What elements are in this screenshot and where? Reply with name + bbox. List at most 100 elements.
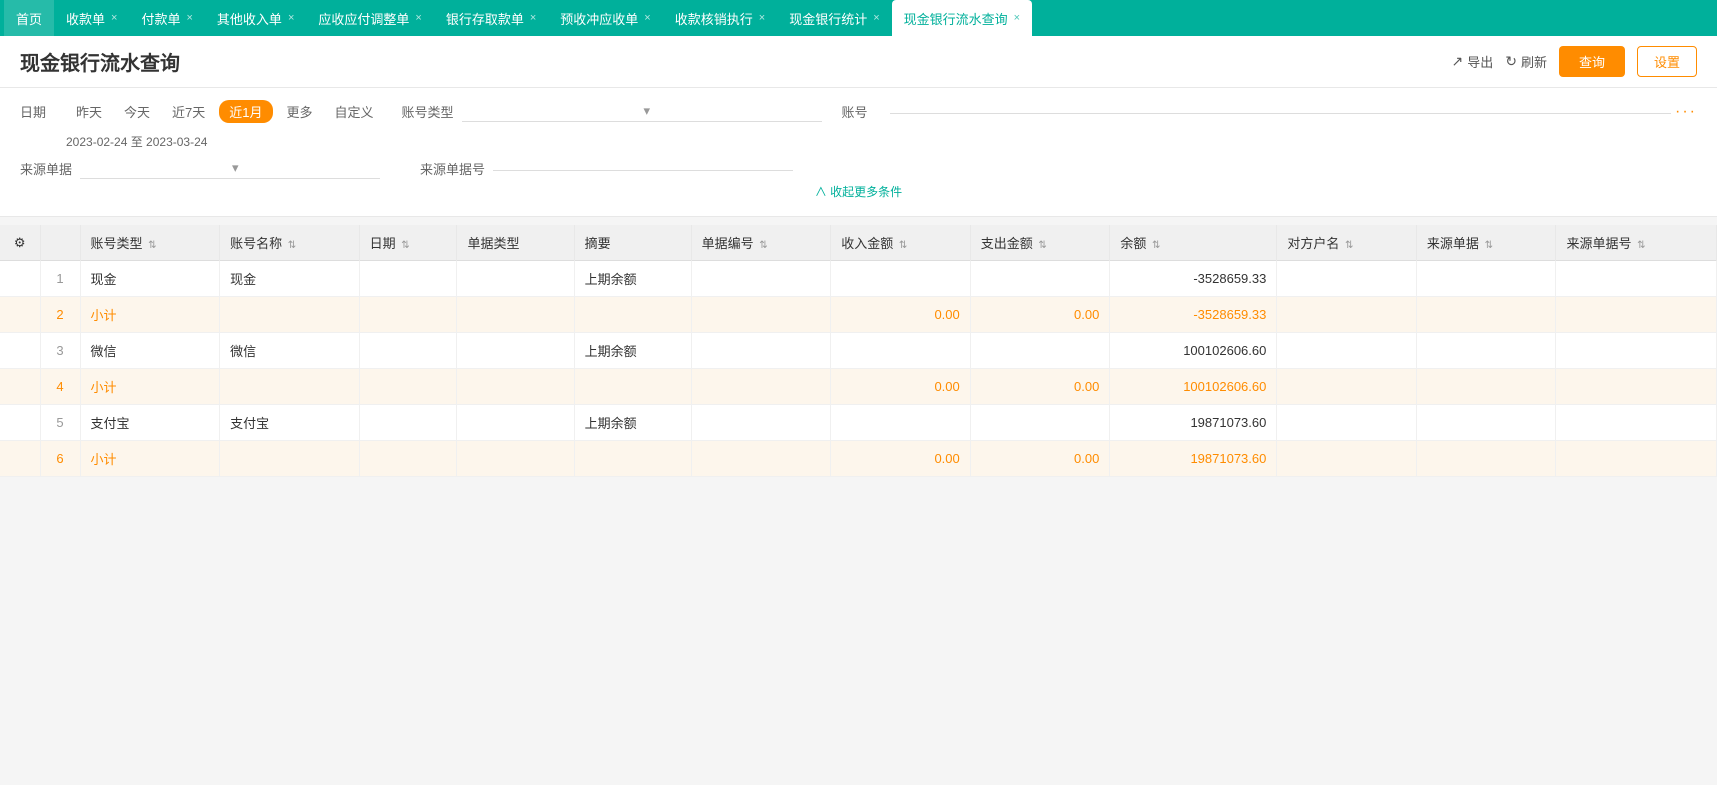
- table-cell: [1277, 369, 1417, 405]
- date-btn-yesterday[interactable]: 昨天: [68, 100, 110, 123]
- col-balance-label: 余额: [1120, 236, 1146, 251]
- table-row[interactable]: 5支付宝支付宝上期余额19871073.60: [0, 405, 1717, 441]
- date-btn-today[interactable]: 今天: [116, 100, 158, 123]
- col-source-doc[interactable]: 来源单据 ⇅: [1416, 225, 1556, 261]
- col-account-type-label: 账号类型: [91, 236, 143, 251]
- account-input[interactable]: [890, 109, 1671, 114]
- table-row[interactable]: 3微信微信上期余额100102606.60: [0, 333, 1717, 369]
- sort-account-type-icon: ⇅: [148, 240, 156, 251]
- close-pre-collect-icon[interactable]: ×: [644, 12, 650, 24]
- close-verify-icon[interactable]: ×: [759, 12, 765, 24]
- table-cell: [1556, 333, 1717, 369]
- table-container: ⚙ 账号类型 ⇅ 账号名称 ⇅ 日期 ⇅ 单据类型 摘要: [0, 225, 1717, 477]
- table-cell: [1416, 333, 1556, 369]
- nav-tab-receipt[interactable]: 收款单 ×: [54, 0, 129, 36]
- table-cell: 小计: [80, 369, 220, 405]
- table-cell: [359, 333, 457, 369]
- sort-source-doc-no-icon: ⇅: [1637, 240, 1645, 251]
- col-summary-label: 摘要: [585, 236, 611, 251]
- account-dots-button[interactable]: ···: [1675, 103, 1697, 121]
- close-adjust-icon[interactable]: ×: [415, 12, 421, 24]
- table-cell: [457, 261, 574, 297]
- table-cell: [359, 405, 457, 441]
- account-type-select[interactable]: ▾: [462, 101, 822, 122]
- table-row[interactable]: 1现金现金上期余额-3528659.33: [0, 261, 1717, 297]
- table-cell: 支付宝: [220, 405, 360, 441]
- table-row[interactable]: 2小计0.000.00-3528659.33: [0, 297, 1717, 333]
- nav-tab-pre-collect[interactable]: 预收冲应收单 ×: [548, 0, 662, 36]
- export-button[interactable]: ↗ 导出: [1451, 52, 1493, 71]
- col-doc-no[interactable]: 单据编号 ⇅: [691, 225, 831, 261]
- source-doc-no-input[interactable]: [493, 166, 793, 171]
- close-other-income-icon[interactable]: ×: [288, 12, 294, 24]
- col-balance[interactable]: 余额 ⇅: [1110, 225, 1277, 261]
- col-date[interactable]: 日期 ⇅: [359, 225, 457, 261]
- query-button[interactable]: 查询: [1559, 46, 1625, 77]
- col-counterpart[interactable]: 对方户名 ⇅: [1277, 225, 1417, 261]
- nav-tab-adjust[interactable]: 应收应付调整单 ×: [306, 0, 433, 36]
- sort-date-icon: ⇅: [401, 240, 409, 251]
- nav-tab-cash-flow-label: 现金银行流水查询: [904, 9, 1008, 28]
- date-btn-custom[interactable]: 自定义: [327, 100, 382, 123]
- nav-tab-payment[interactable]: 付款单 ×: [129, 0, 204, 36]
- nav-tab-home[interactable]: 首页: [4, 0, 54, 36]
- table-row[interactable]: 4小计0.000.00100102606.60: [0, 369, 1717, 405]
- sort-source-doc-icon: ⇅: [1485, 240, 1493, 251]
- table-cell: 2: [40, 297, 80, 333]
- account-type-label: 账号类型: [402, 102, 454, 121]
- table-cell: [1416, 405, 1556, 441]
- close-bank-deposit-icon[interactable]: ×: [530, 12, 536, 24]
- table-cell: [831, 405, 971, 441]
- col-doc-no-label: 单据编号: [702, 236, 754, 251]
- date-range-display: 2023-02-24 至 2023-03-24: [66, 135, 207, 149]
- table-cell: 3: [40, 333, 80, 369]
- col-account-name[interactable]: 账号名称 ⇅: [220, 225, 360, 261]
- close-cash-flow-icon[interactable]: ×: [1014, 12, 1020, 24]
- table-cell: [359, 441, 457, 477]
- date-options: 昨天 今天 近7天 近1月 更多 自定义: [68, 100, 382, 123]
- nav-tab-other-income[interactable]: 其他收入单 ×: [205, 0, 306, 36]
- table-cell: -3528659.33: [1110, 297, 1277, 333]
- nav-tab-cash-flow[interactable]: 现金银行流水查询 ×: [892, 0, 1032, 36]
- col-doc-type: 单据类型: [457, 225, 574, 261]
- close-cash-stat-icon[interactable]: ×: [873, 12, 879, 24]
- table-cell: 支付宝: [80, 405, 220, 441]
- col-settings[interactable]: ⚙: [0, 225, 40, 261]
- refresh-button[interactable]: ↻ 刷新: [1505, 52, 1547, 71]
- date-btn-1month[interactable]: 近1月: [219, 100, 272, 123]
- close-payment-icon[interactable]: ×: [186, 12, 192, 24]
- col-expense[interactable]: 支出金额 ⇅: [970, 225, 1110, 261]
- date-btn-more[interactable]: 更多: [279, 100, 321, 123]
- source-doc-select[interactable]: ▾: [80, 158, 380, 179]
- col-income[interactable]: 收入金额 ⇅: [831, 225, 971, 261]
- table-cell: [1556, 405, 1717, 441]
- col-source-doc-no[interactable]: 来源单据号 ⇅: [1556, 225, 1717, 261]
- table-cell: [1556, 441, 1717, 477]
- filter-row-1: 日期 昨天 今天 近7天 近1月 更多 自定义 账号类型 ▾ 账号 ···: [20, 100, 1697, 123]
- table-cell: 0.00: [831, 441, 971, 477]
- date-label: 日期: [20, 102, 60, 121]
- nav-tab-adjust-label: 应收应付调整单: [318, 9, 409, 28]
- table-cell: [220, 297, 360, 333]
- table-cell: [1416, 441, 1556, 477]
- table-cell: [1277, 261, 1417, 297]
- collapse-bar[interactable]: ∧ 收起更多条件: [20, 179, 1697, 204]
- table-cell: 微信: [220, 333, 360, 369]
- col-account-type[interactable]: 账号类型 ⇅: [80, 225, 220, 261]
- source-doc-chevron-icon: ▾: [232, 160, 376, 176]
- table-cell: [220, 441, 360, 477]
- col-income-label: 收入金额: [841, 236, 893, 251]
- table-cell: [970, 261, 1110, 297]
- date-btn-7days[interactable]: 近7天: [164, 100, 213, 123]
- nav-tab-verify[interactable]: 收款核销执行 ×: [663, 0, 777, 36]
- table-cell: [691, 297, 831, 333]
- settings-button[interactable]: 设置: [1637, 46, 1697, 77]
- table-cell: 0.00: [970, 369, 1110, 405]
- nav-tab-cash-stat[interactable]: 现金银行统计 ×: [777, 0, 891, 36]
- nav-tab-bank-deposit[interactable]: 银行存取款单 ×: [434, 0, 548, 36]
- table-cell: [1277, 297, 1417, 333]
- nav-tab-payment-label: 付款单: [141, 9, 180, 28]
- table-row[interactable]: 6小计0.000.0019871073.60: [0, 441, 1717, 477]
- table-cell: [0, 405, 40, 441]
- close-receipt-icon[interactable]: ×: [111, 12, 117, 24]
